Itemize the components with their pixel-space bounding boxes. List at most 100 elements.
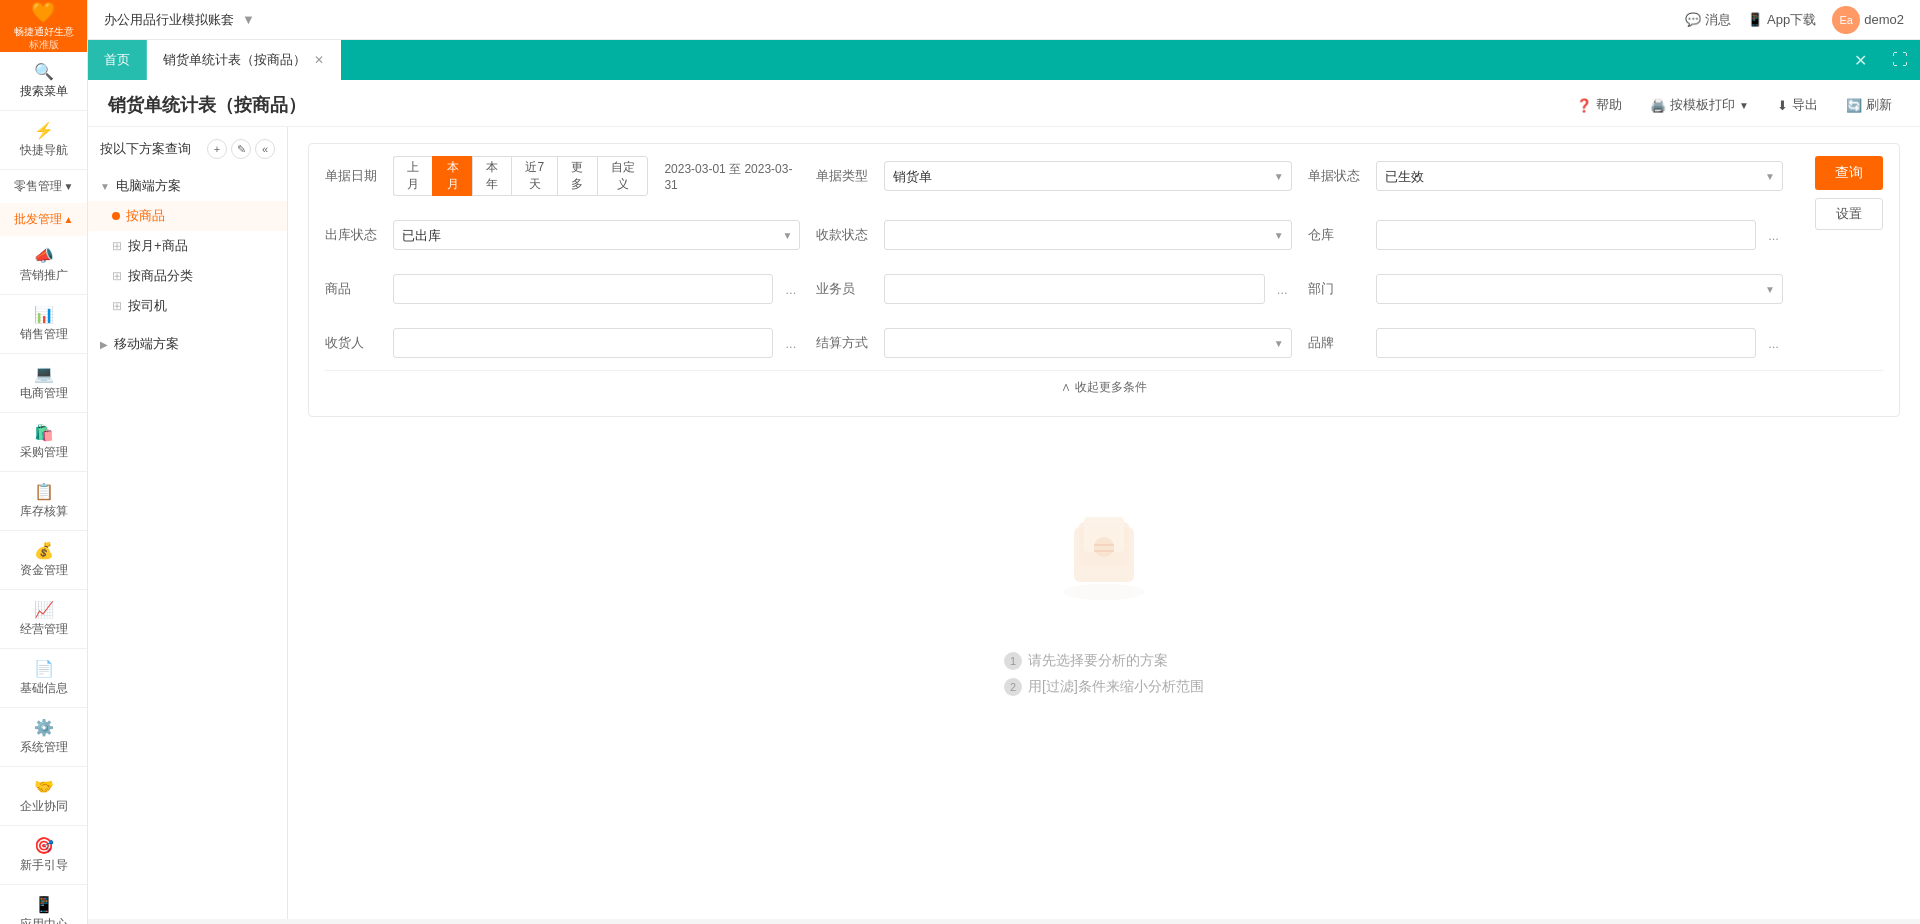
tab-sales-stats[interactable]: 销货单统计表（按商品） ✕ — [147, 40, 341, 80]
product-input[interactable] — [393, 274, 773, 304]
settings-button[interactable]: 设置 — [1815, 198, 1883, 230]
sidebar-item-search[interactable]: 🔍 搜索菜单 — [0, 52, 87, 111]
product-label: 商品 — [325, 280, 385, 298]
avatar: Ea — [1832, 6, 1860, 34]
date-range-text: 2023-03-01 至 2023-03-31 — [664, 161, 800, 192]
grid-icon-1: ⊞ — [112, 239, 122, 253]
brand-input[interactable] — [1376, 328, 1756, 358]
settlement-select[interactable] — [884, 328, 1291, 358]
salesperson-dots-icon[interactable]: ... — [1273, 282, 1292, 297]
filter-salesperson: 业务员 ... — [816, 274, 1291, 304]
purchase-icon: 🛍️ — [4, 423, 83, 442]
filter-row-1: 单据日期 上月 本月 本年 近7天 更多 自定义 — [325, 156, 1783, 196]
header-right: 💬 消息 📱 App下载 Ea demo2 — [1685, 6, 1904, 34]
app-logo: 🧡 畅捷通好生意 标准版 — [0, 0, 88, 52]
app-download-button[interactable]: 📱 App下载 — [1747, 11, 1816, 29]
logo-text: 畅捷通好生意 — [14, 26, 74, 38]
consignee-dots-icon[interactable]: ... — [781, 336, 800, 351]
doc-status-label: 单据状态 — [1308, 167, 1368, 185]
tree-item-by-clerk[interactable]: ⊞ 按司机 — [88, 291, 287, 321]
sidebar-item-cooperation[interactable]: 🤝 企业协同 — [0, 767, 87, 826]
tree-group-desktop-label: 电脑端方案 — [116, 177, 181, 195]
tree-collapse-icon: ▶ — [100, 339, 108, 350]
consignee-input[interactable] — [393, 328, 773, 358]
collapse-panel-button[interactable]: « — [255, 139, 275, 159]
message-icon: 💬 — [1685, 12, 1701, 27]
sidebar-item-marketing[interactable]: 📣 营销推广 — [0, 236, 87, 295]
doc-status-select[interactable]: 已生效 — [1376, 161, 1783, 191]
dept-select[interactable] — [1376, 274, 1783, 304]
left-panel-title: 按以下方案查询 — [100, 140, 191, 158]
warehouse-dots-icon[interactable]: ... — [1764, 228, 1783, 243]
left-panel-header: 按以下方案查询 + ✎ « — [88, 139, 287, 167]
content-layout: 按以下方案查询 + ✎ « ▼ 电脑端方案 — [88, 127, 1920, 919]
sidebar-item-finance[interactable]: 💰 资金管理 — [0, 531, 87, 590]
sidebar-item-app-center[interactable]: 📱 应用中心 — [0, 885, 87, 924]
filter-out-status: 出库状态 已出库 ▼ — [325, 220, 800, 250]
tree-item-by-product[interactable]: 按商品 — [88, 201, 287, 231]
sidebar-item-purchase[interactable]: 🛍️ 采购管理 — [0, 413, 87, 472]
brand-label: 品牌 — [1308, 334, 1368, 352]
tree-group-mobile[interactable]: ▶ 移动端方案 — [88, 329, 287, 359]
tab-close-all-button[interactable]: ✕ — [1840, 40, 1880, 80]
tree-item-by-month-product[interactable]: ⊞ 按月+商品 — [88, 231, 287, 261]
date-btn-this-month[interactable]: 本月 — [432, 156, 471, 196]
doc-type-select[interactable]: 销货单 — [884, 161, 1291, 191]
refresh-button[interactable]: 🔄 刷新 — [1838, 92, 1900, 118]
filter-payment: 收款状态 ▼ — [816, 220, 1291, 250]
sidebar-item-wholesale[interactable]: 批发管理 ▲ — [0, 203, 87, 236]
sidebar-item-sales-mgmt[interactable]: 📊 销售管理 — [0, 295, 87, 354]
sidebar-item-ecommerce[interactable]: 💻 电商管理 — [0, 354, 87, 413]
date-btn-7days[interactable]: 近7天 — [511, 156, 557, 196]
sales-icon: 📊 — [4, 305, 83, 324]
sidebar-item-retail[interactable]: 零售管理 ▼ — [0, 170, 87, 203]
workspace-dropdown-icon[interactable]: ▼ — [242, 12, 255, 27]
add-scheme-button[interactable]: + — [207, 139, 227, 159]
tree-group-desktop[interactable]: ▼ 电脑端方案 — [88, 171, 287, 201]
sidebar-item-system[interactable]: ⚙️ 系统管理 — [0, 708, 87, 767]
export-button[interactable]: ⬇ 导出 — [1769, 92, 1826, 118]
retail-arrow-icon: ▼ — [64, 181, 74, 192]
payment-select[interactable] — [884, 220, 1291, 250]
print-button[interactable]: 🖨️ 按模板打印 ▼ — [1642, 92, 1757, 118]
grid-icon-3: ⊞ — [112, 299, 122, 313]
sidebar-item-quick-nav[interactable]: ⚡ 快捷导航 — [0, 111, 87, 170]
warehouse-input[interactable] — [1376, 220, 1756, 250]
edit-scheme-button[interactable]: ✎ — [231, 139, 251, 159]
tab-close-icon[interactable]: ✕ — [314, 53, 324, 67]
tab-home[interactable]: 首页 — [88, 40, 147, 80]
tree-item-by-category[interactable]: ⊞ 按商品分类 — [88, 261, 287, 291]
filter-settlement: 结算方式 ▼ — [816, 328, 1291, 358]
query-button[interactable]: 查询 — [1815, 156, 1883, 190]
consignee-label: 收货人 — [325, 334, 385, 352]
collapse-filter-button[interactable]: ∧ 收起更多条件 — [325, 370, 1883, 404]
out-status-select[interactable]: 已出库 — [393, 220, 800, 250]
date-btn-this-year[interactable]: 本年 — [472, 156, 511, 196]
left-panel-actions: + ✎ « — [207, 139, 275, 159]
marketing-icon: 📣 — [4, 246, 83, 265]
query-buttons: 查询 设置 — [1815, 156, 1883, 230]
filter-date: 单据日期 上月 本月 本年 近7天 更多 自定义 — [325, 156, 800, 196]
sidebar-item-basic-info[interactable]: 📄 基础信息 — [0, 649, 87, 708]
sidebar-item-operation[interactable]: 📈 经营管理 — [0, 590, 87, 649]
filter-row-3: 商品 ... 业务员 ... — [325, 274, 1783, 304]
main-area: 办公用品行业模拟账套 ▼ 💬 消息 📱 App下载 Ea demo2 首页 — [88, 0, 1920, 924]
sidebar-item-guide[interactable]: 🎯 新手引导 — [0, 826, 87, 885]
message-button[interactable]: 💬 消息 — [1685, 11, 1731, 29]
page-inner: 销货单统计表（按商品） ❓ 帮助 🖨️ 按模板打印 ▼ ⬇ 导出 — [88, 80, 1920, 919]
sidebar-item-inventory[interactable]: 📋 库存核算 — [0, 472, 87, 531]
empty-hint-1: 1 请先选择要分析的方案 — [1004, 652, 1204, 670]
grid-icon-2: ⊞ — [112, 269, 122, 283]
settlement-label: 结算方式 — [816, 334, 876, 352]
date-btn-last-month[interactable]: 上月 — [393, 156, 432, 196]
date-btn-more[interactable]: 更多 — [557, 156, 596, 196]
hint-num-2: 2 — [1004, 678, 1022, 696]
inventory-icon: 📋 — [4, 482, 83, 501]
user-menu[interactable]: Ea demo2 — [1832, 6, 1904, 34]
date-btn-custom[interactable]: 自定义 — [597, 156, 649, 196]
tab-maximize-button[interactable]: ⛶ — [1880, 40, 1920, 80]
brand-dots-icon[interactable]: ... — [1764, 336, 1783, 351]
help-button[interactable]: ❓ 帮助 — [1568, 92, 1630, 118]
salesperson-input[interactable] — [884, 274, 1264, 304]
product-dots-icon[interactable]: ... — [781, 282, 800, 297]
